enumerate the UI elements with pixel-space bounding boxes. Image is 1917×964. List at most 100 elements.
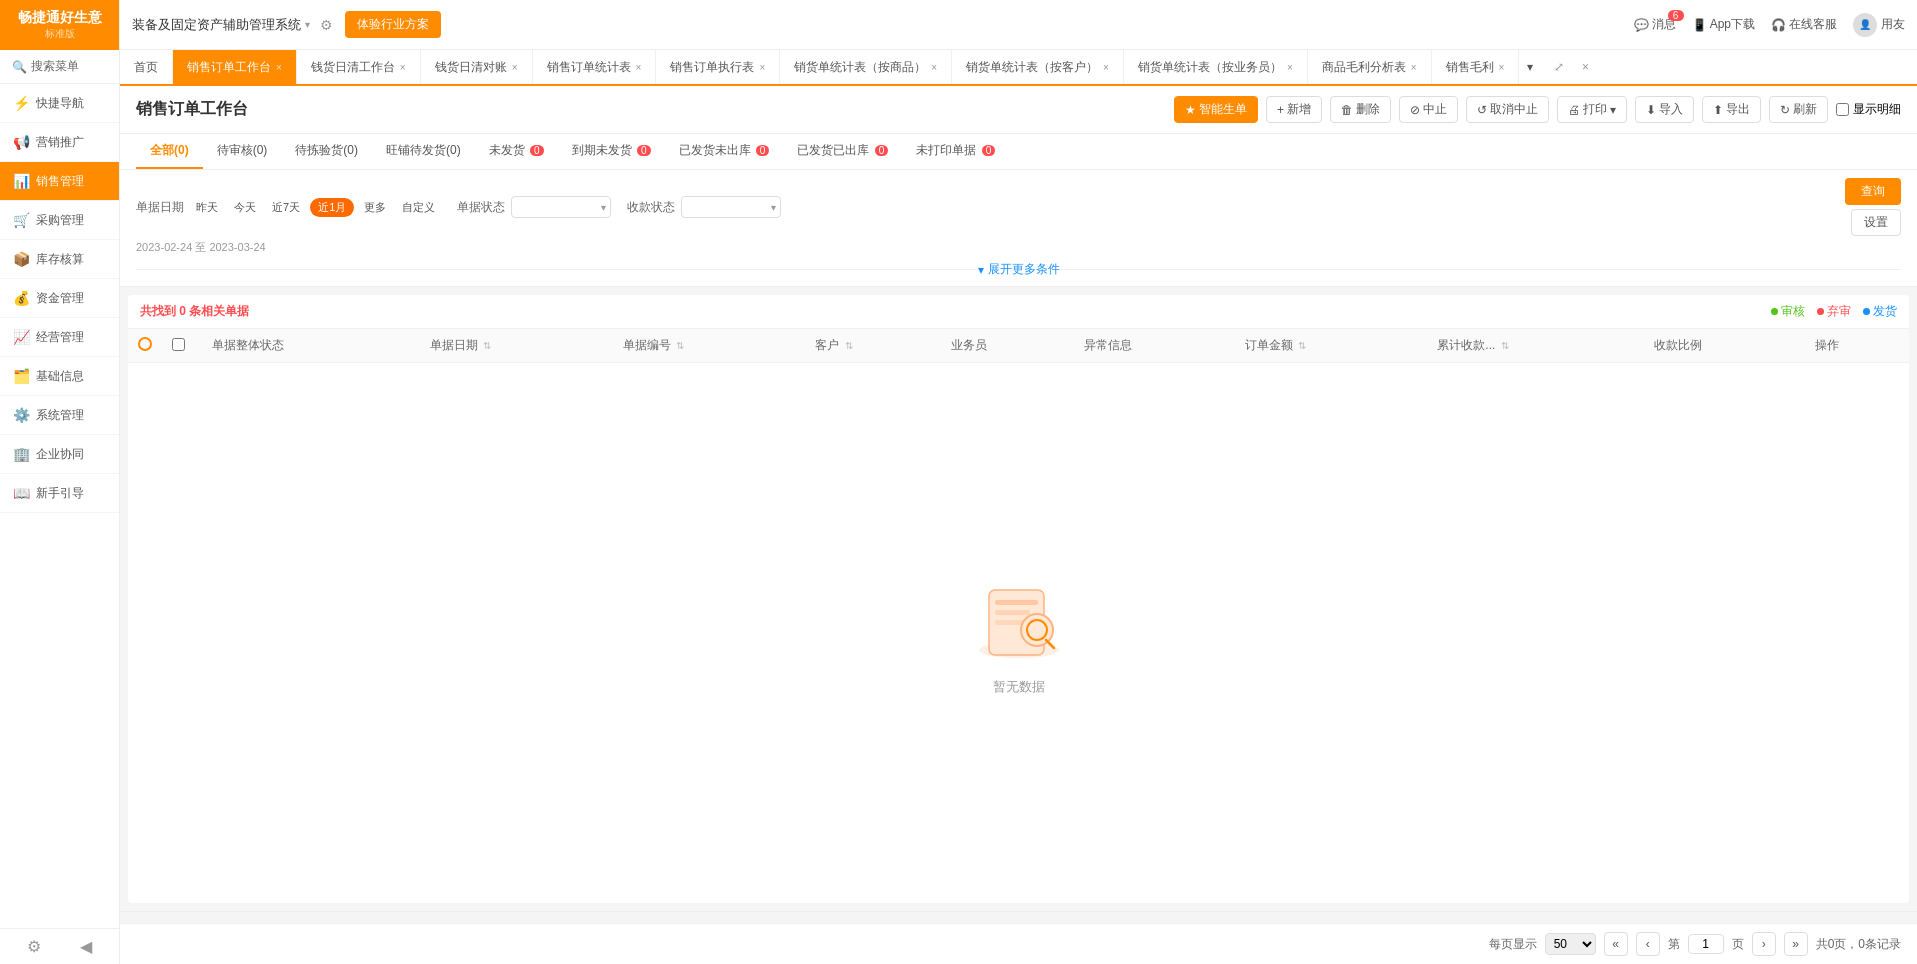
tab-sales-stat[interactable]: 销售订单统计表 × (533, 50, 657, 85)
sub-tab-all[interactable]: 全部(0) (136, 134, 203, 169)
tab-close-icon[interactable]: × (1287, 62, 1293, 73)
sidebar-item-quick-nav[interactable]: ⚡ 快捷导航 (0, 84, 119, 123)
settings-icon[interactable]: ⚙ (27, 937, 41, 956)
sidebar-item-marketing[interactable]: 📢 营销推广 (0, 123, 119, 162)
user-section[interactable]: 👤 用友 (1853, 13, 1905, 37)
review-action-btn[interactable]: 审核 (1771, 303, 1805, 320)
sidebar-item-purchase[interactable]: 🛒 采购管理 (0, 201, 119, 240)
th-number[interactable]: 单据编号 ⇅ (613, 329, 806, 363)
cancel-action-btn[interactable]: 弃审 (1817, 303, 1851, 320)
show-detail-checkbox[interactable] (1836, 103, 1849, 116)
sub-tab-pending-review[interactable]: 待审核(0) (203, 134, 282, 169)
query-btn[interactable]: 查询 (1845, 178, 1901, 205)
collapse-icon[interactable]: ◀ (80, 937, 92, 956)
online-service-action[interactable]: 🎧 在线客服 (1771, 16, 1837, 33)
tab-close-icon[interactable]: × (759, 62, 765, 73)
industry-btn[interactable]: 体验行业方案 (345, 11, 441, 38)
tab-close-icon[interactable]: × (931, 62, 937, 73)
tab-close-icon[interactable]: × (1411, 62, 1417, 73)
sub-tab-not-printed[interactable]: 未打印单据 0 (902, 134, 1009, 169)
cancel-stop-btn[interactable]: ↺ 取消中止 (1466, 96, 1549, 123)
date-btn-custom[interactable]: 自定义 (396, 198, 441, 217)
payment-select[interactable] (681, 196, 781, 218)
tab-cash-reconcile[interactable]: 钱货日清对账 × (421, 50, 533, 85)
sub-tab-expired-ship[interactable]: 到期未发货 0 (558, 134, 665, 169)
col-settings[interactable] (128, 329, 162, 363)
print-dropdown-icon[interactable]: ▾ (1610, 103, 1616, 117)
col-checkbox[interactable] (162, 329, 202, 363)
per-page-select[interactable]: 10 20 50 100 (1545, 933, 1596, 955)
tab-sales-workbench[interactable]: 销售订单工作台 × (173, 50, 297, 85)
import-btn[interactable]: ⬇ 导入 (1635, 96, 1694, 123)
sub-tab-not-shipped[interactable]: 未发货 0 (475, 134, 558, 169)
tab-close-icon[interactable]: × (276, 62, 282, 73)
sub-tab-wangpu[interactable]: 旺铺待发货(0) (372, 134, 475, 169)
sidebar-item-base[interactable]: 🗂️ 基础信息 (0, 357, 119, 396)
prev-page-btn[interactable]: ‹ (1636, 932, 1660, 956)
sidebar-item-corp[interactable]: 🏢 企业协同 (0, 435, 119, 474)
add-btn[interactable]: + 新增 (1266, 96, 1322, 123)
sidebar-item-guide[interactable]: 📖 新手引导 (0, 474, 119, 513)
th-received[interactable]: 累计收款... ⇅ (1427, 329, 1643, 363)
sub-tab-pending-inspect[interactable]: 待拣验货(0) (281, 134, 372, 169)
tab-close-icon[interactable]: × (636, 62, 642, 73)
th-customer[interactable]: 客户 ⇅ (805, 329, 941, 363)
date-btn-today[interactable]: 今天 (228, 198, 262, 217)
smart-create-btn[interactable]: ★ 智能生单 (1174, 96, 1258, 123)
ship-action-btn[interactable]: 发货 (1863, 303, 1897, 320)
filter-divider (136, 269, 978, 270)
status-filter-label: 单据状态 (457, 199, 505, 216)
sidebar-search[interactable]: 🔍 搜索菜单 (0, 50, 119, 84)
print-btn[interactable]: 🖨 打印 ▾ (1557, 96, 1627, 123)
date-btn-7days[interactable]: 近7天 (266, 198, 306, 217)
show-detail-checkbox-wrap[interactable]: 显示明细 (1836, 101, 1901, 118)
page-input[interactable] (1688, 934, 1724, 954)
status-select[interactable] (511, 196, 611, 218)
tab-close-icon[interactable]: × (400, 62, 406, 73)
tab-close-all-icon[interactable]: × (1573, 55, 1597, 79)
sidebar-item-system[interactable]: ⚙️ 系统管理 (0, 396, 119, 435)
sidebar-item-sales[interactable]: 📊 销售管理 (0, 162, 119, 201)
dropdown-arrow-icon[interactable]: ▾ (305, 19, 310, 30)
expand-btn[interactable]: ▾ 展开更多条件 (978, 261, 1060, 278)
date-btn-more[interactable]: 更多 (358, 198, 392, 217)
message-action[interactable]: 💬 消息 6 (1634, 16, 1676, 33)
sub-tab-shipped-not-out[interactable]: 已发货未出库 0 (665, 134, 784, 169)
app-download-action[interactable]: 📱 App下载 (1692, 16, 1755, 33)
set-btn[interactable]: 设置 (1851, 209, 1901, 236)
refresh-btn[interactable]: ↻ 刷新 (1769, 96, 1828, 123)
date-btn-yesterday[interactable]: 昨天 (190, 198, 224, 217)
tab-goods-stat-product[interactable]: 销货单统计表（按商品） × (780, 50, 952, 85)
th-amount[interactable]: 订单金额 ⇅ (1235, 329, 1428, 363)
tab-close-icon[interactable]: × (1103, 62, 1109, 73)
first-page-btn[interactable]: « (1604, 932, 1628, 956)
select-all-checkbox[interactable] (172, 338, 185, 351)
sub-tab-shipped-out[interactable]: 已发货已出库 0 (783, 134, 902, 169)
guide-icon: 📖 (12, 484, 30, 502)
th-date[interactable]: 单据日期 ⇅ (420, 329, 613, 363)
tab-goods-stat-staff[interactable]: 销货单统计表（按业务员） × (1124, 50, 1308, 85)
tab-sales-more[interactable]: 销售毛利 × (1432, 50, 1520, 85)
tab-home[interactable]: 首页 (120, 50, 173, 85)
page-title: 销售订单工作台 (136, 99, 248, 120)
stop-btn[interactable]: ⊘ 中止 (1399, 96, 1458, 123)
gear-setting-icon[interactable]: ⚙ (320, 17, 333, 33)
next-page-btn[interactable]: › (1752, 932, 1776, 956)
export-btn[interactable]: ⬆ 导出 (1702, 96, 1761, 123)
tab-restore-icon[interactable]: ⤢ (1547, 55, 1571, 79)
sidebar-item-operation[interactable]: 📈 经营管理 (0, 318, 119, 357)
date-btn-1month[interactable]: 近1月 (310, 198, 354, 217)
tab-cash-daily[interactable]: 钱货日清工作台 × (297, 50, 421, 85)
tabbar-overflow-btn[interactable]: ▾ (1519, 60, 1541, 74)
delete-btn[interactable]: 🗑 删除 (1330, 96, 1391, 123)
tab-sales-exec[interactable]: 销售订单执行表 × (656, 50, 780, 85)
settings-col-icon (138, 337, 152, 351)
sidebar-item-finance[interactable]: 💰 资金管理 (0, 279, 119, 318)
tab-goods-stat-customer[interactable]: 销货单统计表（按客户） × (952, 50, 1124, 85)
tab-close-icon[interactable]: × (512, 62, 518, 73)
horizontal-scrollbar[interactable] (120, 911, 1917, 923)
sidebar-item-inventory[interactable]: 📦 库存核算 (0, 240, 119, 279)
last-page-btn[interactable]: » (1784, 932, 1808, 956)
tab-goods-margin[interactable]: 商品毛利分析表 × (1308, 50, 1432, 85)
tab-close-icon[interactable]: × (1499, 62, 1505, 73)
